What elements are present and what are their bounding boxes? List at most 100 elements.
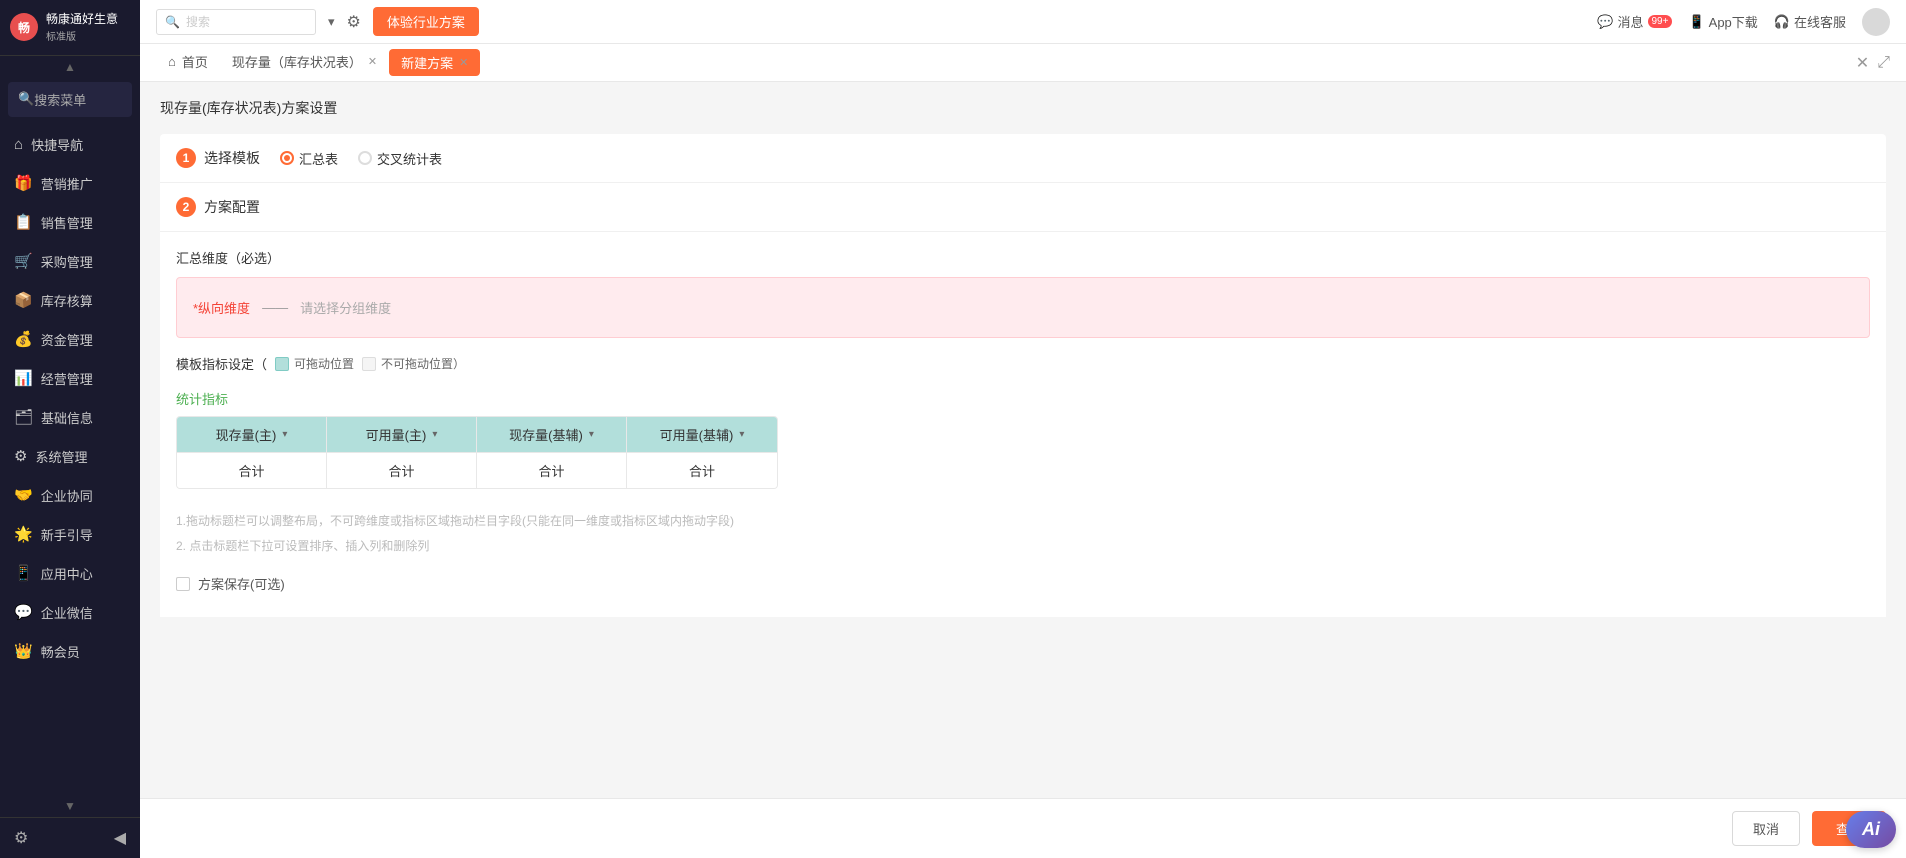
sidebar-item-operation[interactable]: 📊 经营管理: [0, 359, 140, 398]
basic-icon: 🗂: [14, 408, 33, 426]
sidebar-item-marketing[interactable]: 🎁 营销推广: [0, 164, 140, 203]
app-logo: 畅 畅康通好生意 标准版: [0, 0, 140, 56]
header-left: 🔍 搜索 ▾ ⚙ 体验行业方案: [156, 7, 479, 36]
dimension-inner: *纵向维度 —— 请选择分组维度: [193, 298, 1853, 317]
stats-col-1[interactable]: 可用量(主) ▾: [327, 417, 477, 452]
sidebar-item-label: 企业微信: [41, 603, 93, 622]
sidebar-item-label: 企业协同: [41, 486, 93, 505]
sidebar-scroll-up[interactable]: ▲: [0, 56, 140, 78]
footer-bar: 取消 查询: [140, 798, 1906, 858]
avatar[interactable]: [1862, 8, 1890, 36]
legend-fixed: 不可拖动位置）: [362, 355, 465, 372]
chevron-down-1-icon: ▾: [432, 429, 437, 440]
stats-body-3: 合计: [627, 453, 777, 488]
legend-fixed-box: [362, 357, 376, 371]
sidebar-item-system[interactable]: ⚙ 系统管理: [0, 437, 140, 476]
cancel-button[interactable]: 取消: [1732, 811, 1800, 846]
stats-col-0[interactable]: 现存量(主) ▾: [177, 417, 327, 452]
sidebar-item-label: 应用中心: [41, 564, 93, 583]
page-title: 现存量(库存状况表)方案设置: [160, 98, 1886, 118]
legend-draggable-label: 可拖动位置: [294, 355, 354, 372]
tab-new[interactable]: 新建方案 ✕: [389, 49, 480, 76]
legend-draggable-box: [275, 357, 289, 371]
header-search-placeholder: 搜索: [186, 13, 210, 30]
tab-close-icon[interactable]: ✕: [1856, 53, 1869, 73]
sales-icon: 📋: [14, 213, 33, 231]
member-icon: 👑: [14, 642, 33, 660]
indicators-section: 模板指标设定（ 可拖动位置 不可拖动位置）: [176, 354, 1870, 373]
tab-inventory-label: 现存量（库存状况表）: [232, 52, 362, 71]
header-search-box[interactable]: 🔍 搜索: [156, 9, 316, 35]
marketing-icon: 🎁: [14, 174, 33, 192]
tab-expand-icon[interactable]: ⤢: [1877, 54, 1890, 72]
sidebar-item-corp[interactable]: 🤝 企业协同: [0, 476, 140, 515]
sidebar-item-member[interactable]: 👑 畅会员: [0, 632, 140, 671]
page-content: 现存量(库存状况表)方案设置 1 选择模板 汇总表 交叉统计表: [140, 82, 1906, 798]
sidebar-item-label: 快捷导航: [31, 135, 83, 154]
settings-icon[interactable]: ⚙: [14, 828, 28, 848]
tab-home-label: 首页: [182, 52, 208, 71]
tab-inventory[interactable]: 现存量（库存状况表） ✕: [220, 44, 389, 82]
purchase-icon: 🛒: [14, 252, 33, 270]
sidebar-item-newguide[interactable]: 🌟 新手引导: [0, 515, 140, 554]
quick-nav-icon: ⌂: [14, 136, 23, 153]
message-badge: 99+: [1648, 15, 1673, 28]
chevron-down-2-icon: ▾: [589, 429, 594, 440]
radio-cross[interactable]: 交叉统计表: [358, 149, 442, 168]
header-right: 💬 消息 99+ 📱 App下载 🎧 在线客服: [1597, 8, 1890, 36]
logo-icon: 畅: [10, 13, 38, 41]
online-service-label: 在线客服: [1794, 12, 1846, 31]
sidebar-item-label: 采购管理: [41, 252, 93, 271]
system-icon: ⚙: [14, 447, 27, 465]
tab-controls: ✕ ⤢: [1856, 53, 1890, 73]
header-dropdown[interactable]: ▾: [328, 14, 335, 30]
app-download-label: App下载: [1709, 12, 1758, 31]
sidebar-item-finance[interactable]: 💰 资金管理: [0, 320, 140, 359]
save-option-label: 方案保存(可选): [198, 574, 285, 593]
sidebar-item-inventory[interactable]: 📦 库存核算: [0, 281, 140, 320]
sidebar-item-wechat[interactable]: 💬 企业微信: [0, 593, 140, 632]
tab-inventory-close[interactable]: ✕: [368, 55, 377, 68]
sidebar-item-label: 资金管理: [41, 330, 93, 349]
sidebar-item-quick-nav[interactable]: ⌂ 快捷导航: [0, 125, 140, 164]
appcenter-icon: 📱: [14, 564, 33, 582]
indicators-label: 模板指标设定（: [176, 354, 267, 373]
message-action[interactable]: 💬 消息 99+: [1597, 12, 1672, 31]
sidebar-search[interactable]: 🔍 搜索菜单: [8, 82, 132, 117]
step1-header: 1 选择模板 汇总表 交叉统计表: [160, 134, 1886, 183]
message-label: 消息: [1617, 12, 1643, 31]
legend-fixed-label: 不可拖动位置）: [381, 355, 465, 372]
save-option: 方案保存(可选): [176, 562, 1870, 605]
radio-summary[interactable]: 汇总表: [280, 149, 338, 168]
sidebar-item-label: 库存核算: [41, 291, 93, 310]
dimension-sep: ——: [262, 300, 288, 315]
app-name: 畅康通好生意: [46, 12, 118, 28]
online-service-action[interactable]: 🎧 在线客服: [1774, 12, 1846, 31]
sidebar-item-label: 营销推广: [41, 174, 93, 193]
stats-label: 统计指标: [176, 389, 1870, 408]
dimension-box[interactable]: *纵向维度 —— 请选择分组维度: [176, 277, 1870, 338]
tab-home[interactable]: ⌂ 首页: [156, 44, 220, 82]
sidebar-scroll-down[interactable]: ▼: [0, 795, 140, 817]
stats-col-2[interactable]: 现存量(基辅) ▾: [477, 417, 627, 452]
sidebar-item-sales[interactable]: 📋 销售管理: [0, 203, 140, 242]
header-search-icon: 🔍: [165, 15, 180, 29]
save-checkbox[interactable]: [176, 577, 190, 591]
sidebar-item-appcenter[interactable]: 📱 应用中心: [0, 554, 140, 593]
header-gear-button[interactable]: ⚙: [347, 12, 361, 32]
ai-badge[interactable]: Ai: [1846, 811, 1896, 848]
app-download-action[interactable]: 📱 App下载: [1688, 12, 1757, 31]
stats-table: 现存量(主) ▾ 可用量(主) ▾ 现存量(基辅) ▾: [176, 416, 778, 489]
sidebar-item-basic[interactable]: 🗂 基础信息: [0, 398, 140, 437]
corp-icon: 🤝: [14, 486, 33, 504]
trial-button[interactable]: 体验行业方案: [373, 7, 479, 36]
stats-col-3-label: 可用量(基辅): [660, 425, 734, 444]
config-section: 1 选择模板 汇总表 交叉统计表 2: [160, 134, 1886, 617]
collapse-icon[interactable]: ◀: [114, 828, 126, 848]
sidebar-item-purchase[interactable]: 🛒 采购管理: [0, 242, 140, 281]
tab-new-close[interactable]: ✕: [459, 56, 468, 69]
dimension-placeholder: 请选择分组维度: [300, 298, 391, 317]
stats-col-3[interactable]: 可用量(基辅) ▾: [627, 417, 777, 452]
operation-icon: 📊: [14, 369, 33, 387]
step1-number: 1: [176, 148, 196, 168]
